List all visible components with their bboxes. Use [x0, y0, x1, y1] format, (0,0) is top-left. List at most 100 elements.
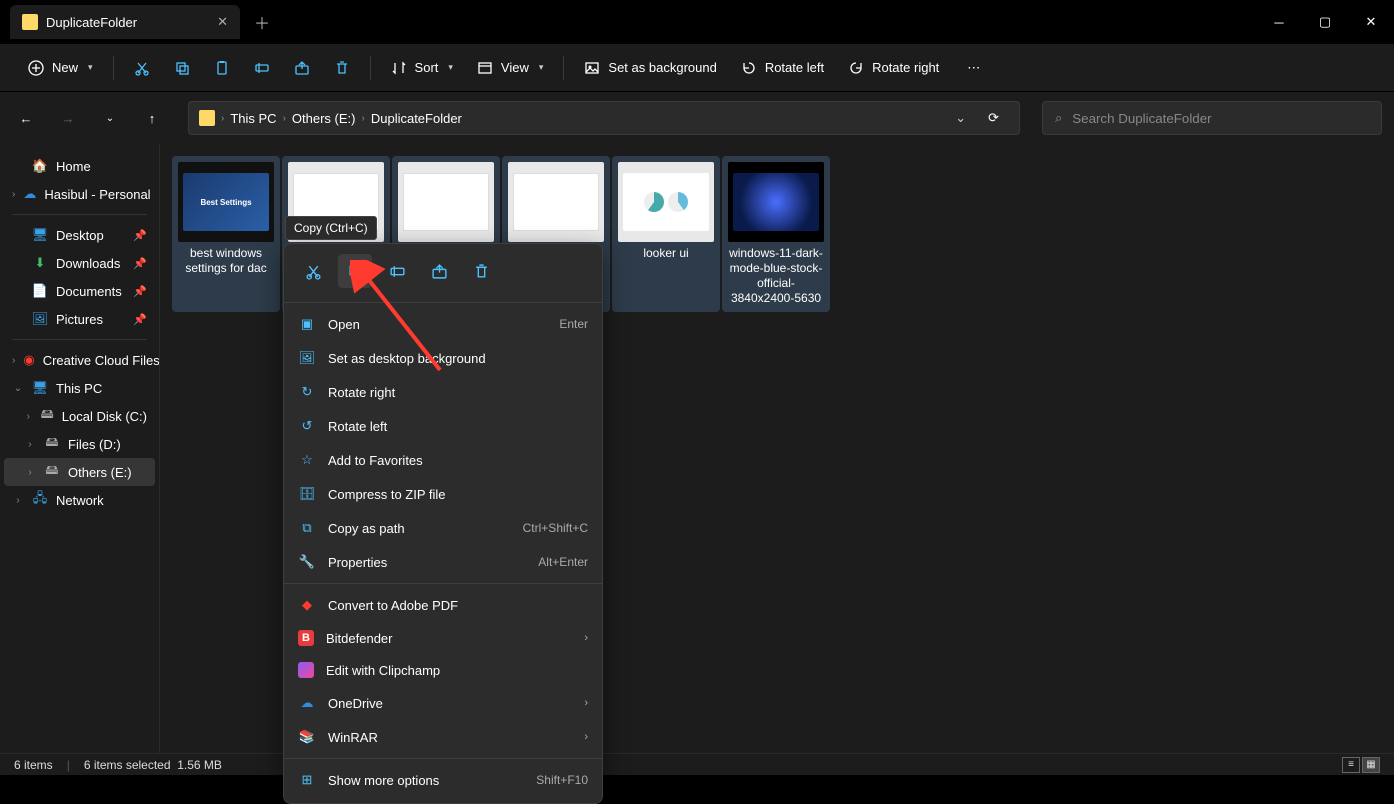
thumbnail — [508, 162, 604, 242]
sidebar-onedrive-personal[interactable]: ›☁Hasibul - Personal — [4, 180, 155, 208]
sidebar-local-disk-c[interactable]: ›🖴Local Disk (C:) — [4, 402, 155, 430]
more-icon: ⊞ — [298, 771, 316, 789]
sidebar-pictures[interactable]: 🖼Pictures📌 — [4, 305, 155, 333]
ctx-rotate-left[interactable]: ↺Rotate left — [284, 409, 602, 443]
rename-icon — [254, 60, 270, 76]
sidebar-desktop[interactable]: 🖥Desktop📌 — [4, 221, 155, 249]
rotate-left-button[interactable]: Rotate left — [731, 54, 834, 82]
rotate-right-icon: ↻ — [298, 383, 316, 401]
more-button[interactable]: ⋯ — [957, 54, 990, 82]
search-box[interactable]: ⌕ — [1042, 101, 1382, 135]
close-tab-icon[interactable]: ✕ — [217, 14, 228, 30]
ctx-copy-button[interactable] — [338, 254, 372, 288]
back-button[interactable]: ← — [12, 105, 40, 132]
bitdefender-icon: B — [298, 630, 314, 646]
ctx-rotate-right[interactable]: ↻Rotate right — [284, 375, 602, 409]
clipboard-icon — [214, 60, 230, 76]
network-icon: 🖧 — [32, 492, 48, 508]
sidebar-files-d[interactable]: ›🖴Files (D:) — [4, 430, 155, 458]
cloud-icon: ☁ — [298, 694, 316, 712]
sort-button[interactable]: Sort▾ — [381, 54, 463, 82]
sidebar-home[interactable]: 🏠Home — [4, 152, 155, 180]
sidebar: 🏠Home ›☁Hasibul - Personal 🖥Desktop📌 ⬇Do… — [0, 144, 160, 753]
pin-icon: 📌 — [133, 313, 147, 326]
minimize-button[interactable]: ─ — [1256, 0, 1302, 44]
trash-icon — [334, 60, 350, 76]
search-input[interactable] — [1072, 111, 1369, 126]
file-item[interactable]: Best Settings best windows settings for … — [172, 156, 280, 312]
copy-icon — [174, 60, 190, 76]
copy-button[interactable] — [164, 54, 200, 82]
item-count: 6 items — [14, 758, 53, 772]
share-icon — [431, 263, 448, 280]
up-button[interactable]: ↑ — [138, 105, 166, 132]
thumbnails-view-button[interactable]: ▦ — [1362, 757, 1380, 773]
ctx-adobe-pdf[interactable]: ◆Convert to Adobe PDF — [284, 588, 602, 622]
sidebar-this-pc[interactable]: ⌄🖥This PC — [4, 374, 155, 402]
thumbnail: Best Settings — [178, 162, 274, 242]
rotate-right-button[interactable]: Rotate right — [838, 54, 949, 82]
titlebar: DuplicateFolder ✕ ＋ ─ ▢ ✕ — [0, 0, 1394, 44]
sidebar-downloads[interactable]: ⬇Downloads📌 — [4, 249, 155, 277]
ctx-delete-button[interactable] — [464, 254, 498, 288]
context-quick-actions — [284, 244, 602, 298]
ctx-onedrive[interactable]: ☁OneDrive› — [284, 686, 602, 720]
window-tab[interactable]: DuplicateFolder ✕ — [10, 5, 240, 39]
ctx-compress[interactable]: 🗄Compress to ZIP file — [284, 477, 602, 511]
breadcrumb-item[interactable]: This PC — [230, 111, 276, 126]
cut-button[interactable] — [124, 54, 160, 82]
close-button[interactable]: ✕ — [1348, 0, 1394, 44]
adobe-icon: ◆ — [298, 596, 316, 614]
ctx-bitdefender[interactable]: BBitdefender› — [284, 622, 602, 654]
view-button[interactable]: View▾ — [467, 54, 553, 82]
folder-icon — [199, 110, 215, 126]
rotate-left-icon — [741, 60, 757, 76]
trash-icon — [473, 263, 490, 280]
sidebar-others-e[interactable]: ›🖴Others (E:) — [4, 458, 155, 486]
refresh-button[interactable]: ⟳ — [978, 104, 1009, 132]
new-tab-button[interactable]: ＋ — [254, 10, 270, 34]
window-controls: ─ ▢ ✕ — [1256, 0, 1394, 44]
file-item[interactable]: windows-11-dark-mode-blue-stock-official… — [722, 156, 830, 312]
maximize-button[interactable]: ▢ — [1302, 0, 1348, 44]
details-view-button[interactable]: ≡ — [1342, 757, 1360, 773]
folder-icon — [22, 14, 38, 30]
ctx-clipchamp[interactable]: Edit with Clipchamp — [284, 654, 602, 686]
ctx-favorites[interactable]: ☆Add to Favorites — [284, 443, 602, 477]
forward-button[interactable]: → — [54, 105, 82, 132]
ctx-share-button[interactable] — [422, 254, 456, 288]
document-icon: 📄 — [32, 283, 48, 299]
recent-button[interactable]: ⌄ — [96, 107, 124, 130]
delete-button[interactable] — [324, 54, 360, 82]
ctx-properties[interactable]: 🔧PropertiesAlt+Enter — [284, 545, 602, 579]
scissors-icon — [305, 263, 322, 280]
ctx-rename-button[interactable] — [380, 254, 414, 288]
file-item[interactable]: looker ui — [612, 156, 720, 312]
rename-button[interactable] — [244, 54, 280, 82]
paste-button[interactable] — [204, 54, 240, 82]
set-background-button[interactable]: Set as background — [574, 54, 726, 82]
ctx-more-options[interactable]: ⊞Show more optionsShift+F10 — [284, 763, 602, 797]
sidebar-network[interactable]: ›🖧Network — [4, 486, 155, 514]
new-button[interactable]: New▾ — [18, 54, 103, 82]
address-dropdown[interactable]: ⌄ — [949, 110, 972, 126]
ctx-set-background[interactable]: 🖼Set as desktop background — [284, 341, 602, 375]
sidebar-documents[interactable]: 📄Documents📌 — [4, 277, 155, 305]
ctx-cut-button[interactable] — [296, 254, 330, 288]
download-icon: ⬇ — [32, 255, 48, 271]
ctx-open[interactable]: ▣OpenEnter — [284, 307, 602, 341]
share-button[interactable] — [284, 54, 320, 82]
sort-icon — [391, 60, 407, 76]
sidebar-creative-cloud[interactable]: ›◉Creative Cloud Files — [4, 346, 155, 374]
picture-icon — [584, 60, 600, 76]
ctx-copy-path[interactable]: ⧉Copy as pathCtrl+Shift+C — [284, 511, 602, 545]
breadcrumb-item[interactable]: Others (E:) — [292, 111, 356, 126]
file-name: looker ui — [643, 246, 688, 261]
breadcrumb-item[interactable]: DuplicateFolder — [371, 111, 462, 126]
statusbar: 6 items | 6 items selected 1.56 MB ≡ ▦ — [0, 753, 1394, 775]
zip-icon: 🗄 — [298, 485, 316, 503]
ctx-winrar[interactable]: 📚WinRAR› — [284, 720, 602, 754]
rotate-left-icon: ↺ — [298, 417, 316, 435]
file-name: windows-11-dark-mode-blue-stock-official… — [726, 246, 826, 306]
address-bar[interactable]: › This PC › Others (E:) › DuplicateFolde… — [188, 101, 1020, 135]
